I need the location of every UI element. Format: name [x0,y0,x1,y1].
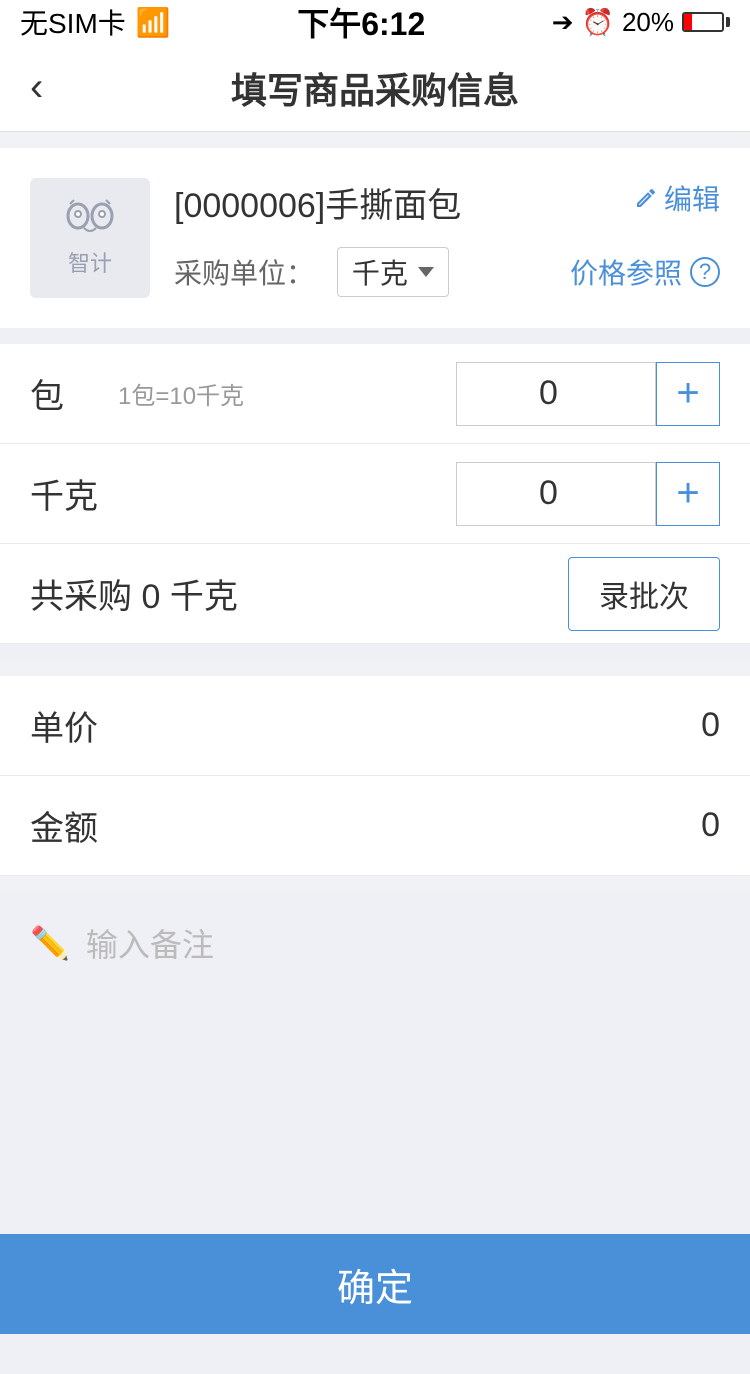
unit-label-group: 采购单位： 千克 [174,247,449,297]
unit-price-value: 0 [701,706,720,745]
battery-percent: 20% [622,7,674,38]
total-unit: 千克 [170,578,238,616]
status-bar: 无SIM卡 📶 下午6:12 ➔ ⏰ 20% [0,0,750,44]
price-ref-button[interactable]: 价格参照 ? [570,252,720,292]
unit-select[interactable]: 千克 [337,247,449,297]
amount-label: 金额 [30,801,98,850]
record-batch-button[interactable]: 录批次 [568,557,720,631]
kg-label: 千克 [30,469,110,518]
help-icon: ? [690,257,720,287]
unit-label: 采购单位： [174,258,314,289]
product-edit-button[interactable]: 编辑 [634,178,720,218]
status-right: ➔ ⏰ 20% [552,7,730,38]
product-info: [0000006]手撕面包 编辑 采购单位： 千克 价格参照 ? [174,178,720,297]
bao-quantity-input[interactable] [456,362,656,426]
notes-section[interactable]: ✏️ 输入备注 [0,892,750,994]
notes-placeholder: 输入备注 [86,920,214,966]
bao-sublabel: 1包=10千克 [118,376,456,411]
input-section: 包 1包=10千克 + 千克 + 共采购 0 千克 录批次 [0,344,750,644]
price-info-section: 单价 0 金额 0 [0,676,750,876]
product-header: [0000006]手撕面包 编辑 [174,178,720,227]
kg-input-row: 千克 + [0,444,750,544]
bao-control: + [456,362,720,426]
pencil-icon: ✏️ [30,924,70,962]
nav-bar: ‹ 填写商品采购信息 [0,44,750,132]
confirm-button[interactable]: 确定 [0,1234,750,1334]
bao-plus-button[interactable]: + [656,362,720,426]
product-card: 智计 [0000006]手撕面包 编辑 采购单位： 千克 价格参照 ? [0,148,750,328]
total-text: 共采购 0 千克 [30,569,238,618]
kg-control: + [456,462,720,526]
kg-plus-button[interactable]: + [656,462,720,526]
chevron-down-icon [418,267,434,277]
kg-quantity-input[interactable] [456,462,656,526]
bao-input-row: 包 1包=10千克 + [0,344,750,444]
total-amount: 0 [141,578,160,616]
section-divider-1 [0,328,750,344]
amount-value: 0 [701,806,720,845]
back-button[interactable]: ‹ [30,65,43,110]
location-icon: ➔ [552,7,574,38]
page-title: 填写商品采购信息 [231,62,519,114]
status-time: 下午6:12 [297,0,425,45]
wifi-icon: 📶 [136,6,171,39]
bao-label: 包 [30,369,110,418]
product-logo-icon [60,198,120,242]
battery-icon [682,12,730,32]
status-left: 无SIM卡 📶 [20,2,171,42]
section-divider-2 [0,644,750,660]
unit-price-row: 单价 0 [0,676,750,776]
product-thumb-text: 智计 [68,246,112,278]
sim-label: 无SIM卡 [20,2,126,42]
unit-price-label: 单价 [30,701,98,750]
total-row: 共采购 0 千克 录批次 [0,544,750,644]
product-name: [0000006]手撕面包 [174,178,461,227]
amount-row: 金额 0 [0,776,750,876]
product-unit-row: 采购单位： 千克 价格参照 ? [174,247,720,297]
alarm-icon: ⏰ [582,7,614,38]
product-thumbnail: 智计 [30,178,150,298]
edit-icon [634,186,658,210]
